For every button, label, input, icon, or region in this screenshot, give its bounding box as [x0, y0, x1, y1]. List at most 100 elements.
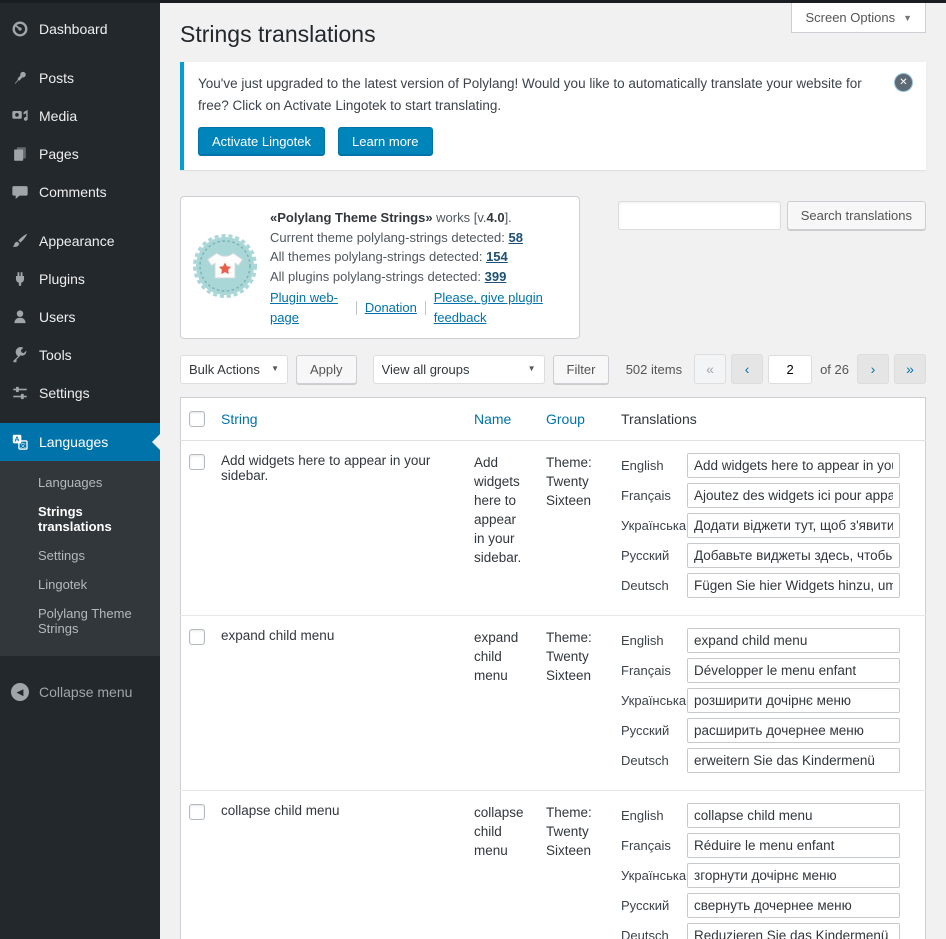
sidebar-item-tools[interactable]: Tools	[0, 336, 160, 374]
table-row: Add widgets here to appear in your sideb…	[181, 441, 926, 616]
sidebar-item-posts[interactable]: Posts	[0, 59, 160, 97]
submenu-item-polylang-theme-strings[interactable]: Polylang Theme Strings	[0, 599, 160, 643]
row-checkbox[interactable]	[189, 454, 205, 471]
sidebar-item-users[interactable]: Users	[0, 298, 160, 336]
polylang-badge-logo	[193, 234, 257, 301]
translation-input[interactable]	[687, 658, 900, 684]
stat-link[interactable]: 154	[486, 249, 508, 264]
apply-button[interactable]: Apply	[296, 354, 357, 384]
translation-input[interactable]	[687, 513, 900, 539]
prev-page-button[interactable]: ‹	[731, 354, 764, 385]
translation-line: English	[621, 453, 917, 479]
translation-line: Français	[621, 658, 917, 684]
table-row: collapse child menu collapse child menu Th…	[180, 790, 926, 939]
sliders-icon	[10, 383, 30, 403]
current-page-input[interactable]	[768, 354, 813, 384]
translation-input[interactable]	[687, 453, 900, 479]
language-label: Русский	[621, 723, 670, 739]
screen-options-button[interactable]: Screen Options ▼	[791, 3, 926, 33]
translation-line: Русский	[621, 718, 917, 744]
next-page-button[interactable]: ›	[857, 354, 889, 385]
language-label: Deutsch	[621, 928, 669, 939]
sort-name-header[interactable]: Name	[474, 411, 511, 427]
language-label: English	[621, 458, 664, 474]
sidebar-item-label: Languages	[39, 434, 109, 450]
translations-cell: English Français Українська Русский Deutsch	[613, 791, 926, 939]
plugin-box-title: «Polylang Theme Strings» works [v.4.0].	[270, 210, 512, 226]
language-label: Français	[621, 838, 671, 854]
translation-input[interactable]	[687, 543, 900, 569]
first-page-button[interactable]: «	[694, 354, 727, 385]
donation-link[interactable]: Donation	[365, 298, 417, 318]
sidebar-item-appearance[interactable]: Appearance	[0, 222, 160, 260]
main-content: Screen Options ▼ Strings translations Yo…	[160, 0, 946, 939]
translation-input[interactable]	[687, 573, 900, 599]
plug-icon	[10, 269, 30, 289]
translation-input[interactable]	[687, 718, 900, 744]
bulk-actions-select[interactable]: Bulk Actions	[180, 354, 288, 384]
translation-input[interactable]	[687, 863, 900, 889]
sidebar-item-settings[interactable]: Settings	[0, 374, 160, 412]
sort-string-header[interactable]: String	[221, 411, 258, 427]
svg-text:文: 文	[20, 441, 26, 449]
translation-input[interactable]	[687, 893, 900, 919]
brush-icon	[10, 231, 30, 251]
plugin-feedback-link[interactable]: Please, give plugin feedback	[434, 288, 567, 327]
translation-input[interactable]	[687, 748, 900, 774]
stat-link[interactable]: 58	[508, 230, 522, 245]
select-all-checkbox[interactable]	[189, 411, 205, 428]
activate-lingotek-button[interactable]: Activate Lingotek	[198, 127, 326, 157]
table-header-row: String Name Group Translations	[180, 398, 926, 441]
sidebar-item-label: Dashboard	[39, 21, 108, 37]
collapse-menu-button[interactable]: ◀ Collapse menu	[0, 673, 160, 711]
total-pages-label: of 26	[820, 361, 849, 377]
translation-line: Français	[621, 483, 917, 509]
submenu-item-languages[interactable]: Languages	[0, 468, 160, 497]
sidebar-item-pages[interactable]: Pages	[0, 135, 160, 173]
translation-input[interactable]	[687, 923, 900, 939]
search-input[interactable]	[617, 201, 781, 231]
bulk-actions-select-wrap: Bulk Actions ▼	[180, 354, 288, 384]
submenu-item-settings[interactable]: Settings	[0, 541, 160, 570]
translation-line: English	[621, 803, 917, 829]
close-icon[interactable]: ✕	[895, 74, 912, 91]
language-label: Українська	[621, 693, 687, 709]
pin-icon	[10, 68, 30, 88]
plugin-webpage-link[interactable]: Plugin web-page	[270, 288, 348, 327]
search-translations-button[interactable]: Search translations	[786, 201, 926, 231]
submenu-item-lingotek[interactable]: Lingotek	[0, 570, 160, 599]
items-count: 502 items	[625, 361, 683, 377]
language-label: Українська	[621, 518, 687, 534]
last-page-button[interactable]: »	[894, 354, 926, 385]
admin-bar-remnant	[0, 0, 946, 3]
divider	[356, 300, 357, 315]
language-label: Українська	[621, 868, 687, 884]
sidebar-item-media[interactable]: Media	[0, 97, 160, 135]
sidebar-item-label: Posts	[39, 70, 75, 86]
string-cell: collapse child menu	[221, 803, 340, 819]
translation-input[interactable]	[687, 833, 900, 859]
filter-button[interactable]: Filter	[552, 354, 610, 384]
language-label: Русский	[621, 898, 670, 914]
translation-input[interactable]	[687, 688, 900, 714]
translation-line: Українська	[621, 513, 917, 539]
groups-filter-select[interactable]: View all groups	[372, 354, 545, 384]
sidebar-item-languages[interactable]: A文 Languages	[0, 423, 160, 461]
string-cell: expand child menu	[221, 628, 335, 644]
submenu-item-strings-translations[interactable]: Strings translations	[0, 497, 160, 541]
sidebar-item-comments[interactable]: Comments	[0, 173, 160, 211]
stat-link[interactable]: 399	[485, 269, 507, 284]
row-checkbox[interactable]	[189, 629, 205, 646]
sidebar-item-plugins[interactable]: Plugins	[0, 260, 160, 298]
group-cell: Theme: Twenty Sixteen	[546, 805, 592, 859]
sidebar-item-label: Users	[39, 309, 76, 325]
sidebar-item-label: Appearance	[39, 233, 115, 249]
translation-line: Русский	[621, 543, 917, 569]
translation-input[interactable]	[687, 803, 900, 829]
translation-input[interactable]	[687, 628, 900, 654]
row-checkbox[interactable]	[189, 804, 205, 821]
translation-input[interactable]	[687, 483, 900, 509]
sort-group-header[interactable]: Group	[546, 411, 585, 427]
learn-more-button[interactable]: Learn more	[338, 127, 433, 157]
sidebar-item-dashboard[interactable]: Dashboard	[0, 10, 160, 48]
